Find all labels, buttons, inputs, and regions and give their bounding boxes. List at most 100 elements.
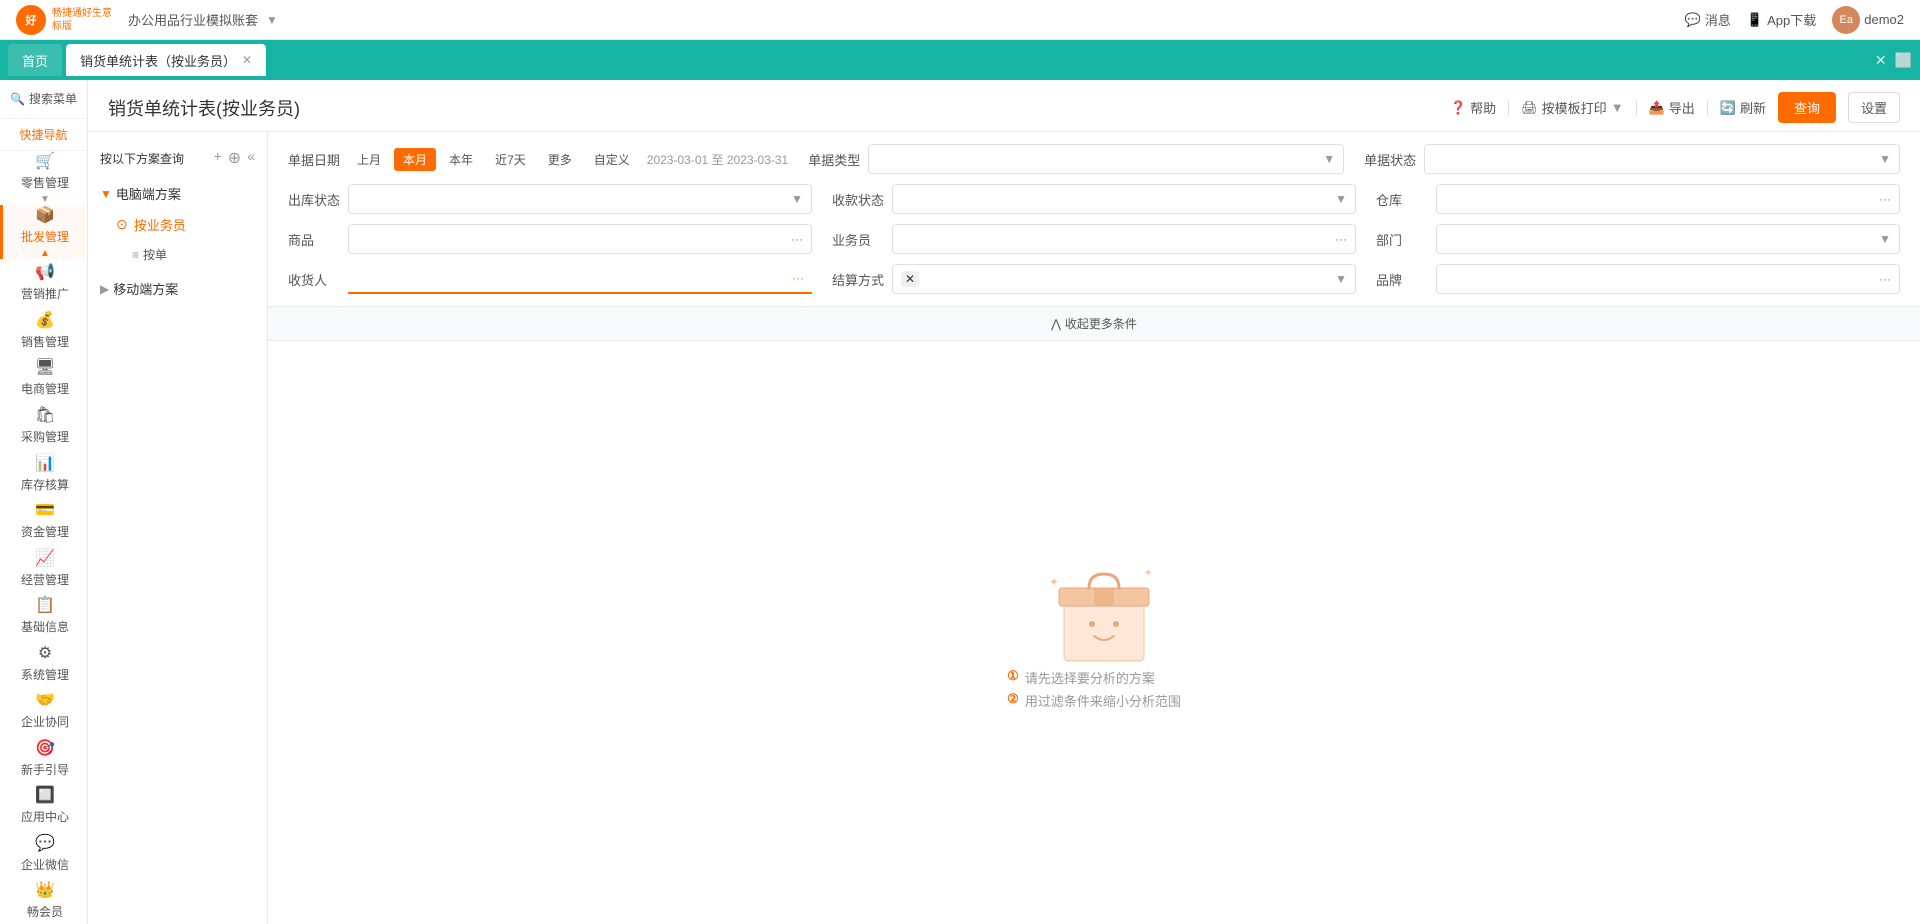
scheme-item-icon: ⊙ bbox=[116, 216, 128, 233]
print-arrow-icon: ▼ bbox=[1611, 100, 1624, 115]
top-bar-title: 办公用品行业模拟账套 bbox=[128, 10, 258, 29]
date-btn-last-7[interactable]: 近7天 bbox=[486, 148, 535, 171]
scheme-group-expand-icon2: ▶ bbox=[100, 282, 109, 296]
sidebar-shortcut[interactable]: 快捷导航 bbox=[0, 119, 87, 151]
sidebar-item-marketing[interactable]: 📢 营销推广 bbox=[0, 259, 87, 307]
scheme-subitem-by-order[interactable]: ≡ 按单 bbox=[88, 240, 267, 269]
message-button[interactable]: 💬 消息 bbox=[1685, 10, 1731, 29]
sidebar-item-finance[interactable]: 💳 资金管理 bbox=[0, 496, 87, 544]
date-btn-this-month[interactable]: 本月 bbox=[394, 148, 436, 171]
warehouse-input[interactable]: ··· bbox=[1436, 184, 1900, 214]
tab-close-window-icon[interactable]: ✕ bbox=[1875, 52, 1887, 69]
warehouse-more-icon: ··· bbox=[1879, 192, 1891, 206]
doc-type-input[interactable]: ▼ bbox=[868, 144, 1344, 174]
filter-field-brand: 品牌 ··· bbox=[1376, 264, 1900, 294]
date-btn-last-month[interactable]: 上月 bbox=[348, 148, 390, 171]
date-label: 单据日期 bbox=[288, 150, 340, 169]
sidebar-item-enterprise[interactable]: 🤝 企业协同 bbox=[0, 686, 87, 734]
sidebar-item-wholesale[interactable]: 📦 批发管理 ▲ bbox=[0, 205, 87, 259]
tab-close-icon[interactable]: ✕ bbox=[242, 53, 252, 67]
date-btn-this-year[interactable]: 本年 bbox=[440, 148, 482, 171]
scheme-collapse-icon[interactable]: « bbox=[247, 148, 255, 168]
sidebar-item-label: 零售管理 bbox=[21, 174, 69, 191]
department-input[interactable]: ▼ bbox=[1436, 224, 1900, 254]
scheme-header: 按以下方案查询 + ⊕ « bbox=[88, 142, 267, 174]
top-bar-left: 好 畅捷通好生意 标版 办公用品行业模拟账套 ▼ bbox=[16, 5, 278, 35]
filter-field-doc-status: 单据状态 ▼ bbox=[1364, 144, 1900, 174]
sidebar-item-apps[interactable]: 🔲 应用中心 bbox=[0, 781, 87, 829]
message-icon: 💬 bbox=[1685, 12, 1701, 28]
collapse-bar[interactable]: ⋀ 收起更多条件 bbox=[268, 307, 1920, 341]
scheme-add-icon[interactable]: + bbox=[214, 148, 222, 168]
sidebar-item-member[interactable]: 👑 畅会员 bbox=[0, 877, 87, 924]
sidebar-item-wechat[interactable]: 💬 企业微信 bbox=[0, 829, 87, 877]
empty-line-1: ① 请先选择要分析的方案 bbox=[1007, 668, 1181, 687]
filter-field-doc-type: 单据类型 ▼ bbox=[808, 144, 1344, 174]
refresh-icon: 🔄 bbox=[1720, 100, 1736, 116]
export-button[interactable]: 📤 导出 bbox=[1649, 98, 1695, 117]
tab-home[interactable]: 首页 bbox=[8, 44, 62, 76]
sidebar-item-inventory[interactable]: 📊 库存核算 bbox=[0, 449, 87, 497]
goods-input[interactable]: ··· bbox=[348, 224, 812, 254]
doc-status-input[interactable]: ▼ bbox=[1424, 144, 1900, 174]
app-download-button[interactable]: 📱 App下载 bbox=[1747, 10, 1816, 29]
sidebar-item-operations[interactable]: 📈 经营管理 bbox=[0, 544, 87, 592]
receipt-status-input[interactable]: ▼ bbox=[892, 184, 1356, 214]
refresh-button[interactable]: 🔄 刷新 bbox=[1720, 98, 1766, 117]
brand-label: 品牌 bbox=[1376, 270, 1428, 289]
help-button[interactable]: ❓ 帮助 bbox=[1450, 98, 1496, 117]
inner-content: 单据日期 上月 本月 本年 近7天 更多 自定义 2023-03-01 至 20… bbox=[268, 132, 1920, 924]
salesperson-input[interactable]: ··· bbox=[892, 224, 1356, 254]
collapse-button[interactable]: ⋀ 收起更多条件 bbox=[1051, 315, 1137, 332]
scheme-subitem-icon: ≡ bbox=[132, 248, 139, 262]
schema-content: 按以下方案查询 + ⊕ « ▼ 电脑端方案 ⊙ bbox=[88, 132, 1920, 924]
filter-row-2: 出库状态 ▼ 收款状态 ▼ bbox=[288, 184, 1900, 214]
sidebar-search[interactable]: 🔍 搜索菜单 bbox=[0, 80, 87, 119]
sidebar-item-ecommerce[interactable]: 🖥 电商管理 bbox=[0, 354, 87, 402]
scheme-group-expand-icon: ▼ bbox=[100, 187, 112, 201]
scheme-edit-icon[interactable]: ⊕ bbox=[228, 148, 241, 168]
out-status-input[interactable]: ▼ bbox=[348, 184, 812, 214]
doc-type-arrow-icon: ▼ bbox=[1323, 152, 1335, 166]
recipient-input[interactable]: ··· bbox=[348, 264, 812, 294]
message-label: 消息 bbox=[1705, 10, 1731, 29]
print-label: 按模板打印 bbox=[1542, 98, 1607, 117]
sidebar: 🔍 搜索菜单 快捷导航 🛒 零售管理 ▼ 📦 批发管理 ▲ 📢 营销推广 � bbox=[0, 80, 88, 924]
query-button[interactable]: 查询 bbox=[1778, 92, 1836, 123]
settings-button[interactable]: 设置 bbox=[1848, 92, 1900, 123]
tab-maximize-icon[interactable]: ⬜ bbox=[1895, 52, 1912, 69]
settlement-input[interactable]: ✕ ▼ bbox=[892, 264, 1356, 294]
salesperson-label: 业务员 bbox=[832, 230, 884, 249]
settlement-clear-icon[interactable]: ✕ bbox=[901, 271, 919, 287]
filter-field-recipient: 收货人 ··· bbox=[288, 264, 812, 294]
sidebar-item-system[interactable]: ⚙ 系统管理 bbox=[0, 639, 87, 687]
phone-icon: 📱 bbox=[1747, 12, 1763, 28]
date-btn-custom[interactable]: 自定义 bbox=[585, 148, 639, 171]
scheme-group-desktop-title[interactable]: ▼ 电脑端方案 bbox=[88, 178, 267, 209]
scheme-item-by-salesperson[interactable]: ⊙ 按业务员 bbox=[88, 209, 267, 240]
basic-icon: 📋 bbox=[35, 595, 55, 615]
sidebar-item-retail[interactable]: 🛒 零售管理 ▼ bbox=[0, 151, 87, 205]
scheme-group-desktop: ▼ 电脑端方案 ⊙ 按业务员 ≡ 按单 bbox=[88, 178, 267, 269]
print-button[interactable]: 🖨 按模板打印 ▼ bbox=[1521, 98, 1623, 117]
sidebar-item-sales[interactable]: 💰 销售管理 bbox=[0, 306, 87, 354]
tab-sales-stat[interactable]: 销货单统计表（按业务员） ✕ bbox=[66, 44, 266, 76]
finance-icon: 💳 bbox=[35, 500, 55, 520]
date-btn-more[interactable]: 更多 bbox=[539, 148, 581, 171]
svg-text:✦: ✦ bbox=[1144, 568, 1152, 579]
sidebar-item-purchase[interactable]: 🛍 采购管理 bbox=[0, 401, 87, 449]
scheme-group-mobile-title[interactable]: ▶ 移动端方案 bbox=[88, 273, 267, 304]
newbie-icon: 🎯 bbox=[35, 738, 55, 758]
sidebar-item-label: 营销推广 bbox=[21, 285, 69, 302]
sidebar-item-basic[interactable]: 📋 基础信息 bbox=[0, 591, 87, 639]
divider3 bbox=[1707, 100, 1708, 116]
wechat-icon: 💬 bbox=[35, 833, 55, 853]
top-title-arrow-icon[interactable]: ▼ bbox=[266, 13, 278, 27]
expand-icon: ▲ bbox=[40, 248, 50, 259]
user-profile[interactable]: Ea demo2 bbox=[1832, 6, 1904, 34]
sidebar-item-label: 库存核算 bbox=[21, 476, 69, 493]
date-btn-group: 上月 本月 本年 近7天 更多 自定义 bbox=[348, 148, 639, 171]
filter-row-4: 收货人 ··· 结算方式 ✕ ▼ bbox=[288, 264, 1900, 294]
sidebar-item-newbie[interactable]: 🎯 新手引导 bbox=[0, 734, 87, 782]
brand-input[interactable]: ··· bbox=[1436, 264, 1900, 294]
